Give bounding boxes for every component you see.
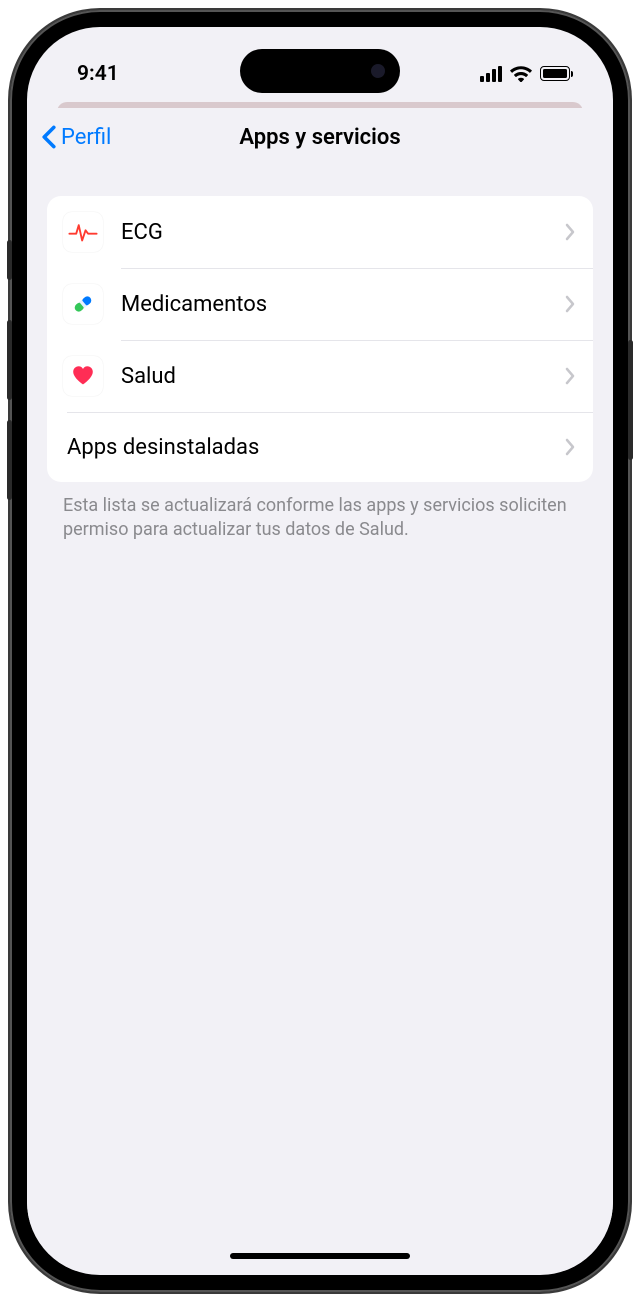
chevron-right-icon — [565, 295, 575, 313]
device-frame: 9:41 — [10, 10, 630, 1292]
apps-list: ECG Med — [47, 196, 593, 482]
page-title: Apps y servicios — [239, 125, 400, 150]
navigation-bar: Perfil Apps y servicios — [27, 108, 613, 166]
screen: 9:41 — [27, 27, 613, 1275]
list-item-uninstalled-apps[interactable]: Apps desinstaladas — [47, 412, 593, 482]
dynamic-island — [240, 49, 400, 93]
chevron-right-icon — [565, 223, 575, 241]
heart-icon — [63, 356, 103, 396]
status-time: 9:41 — [77, 62, 119, 86]
ecg-icon — [63, 212, 103, 252]
back-button-label: Perfil — [61, 125, 111, 150]
cellular-signal-icon — [480, 66, 502, 82]
list-item-ecg[interactable]: ECG — [47, 196, 593, 268]
pill-icon — [63, 284, 103, 324]
chevron-right-icon — [565, 367, 575, 385]
content-sheet: Perfil Apps y servicios ECG — [27, 108, 613, 1271]
side-button — [7, 320, 12, 400]
list-item-label: ECG — [121, 220, 565, 245]
chevron-left-icon — [41, 125, 57, 149]
status-indicators — [480, 66, 573, 82]
footer-text: Esta lista se actualizará conforme las a… — [63, 494, 577, 543]
list-item-medicamentos[interactable]: Medicamentos — [47, 268, 593, 340]
list-item-label: Medicamentos — [121, 292, 565, 317]
home-indicator[interactable] — [230, 1253, 410, 1259]
list-item-label: Apps desinstaladas — [67, 435, 565, 460]
chevron-right-icon — [565, 438, 575, 456]
battery-icon — [540, 66, 573, 81]
side-button — [628, 340, 633, 460]
list-item-salud[interactable]: Salud — [47, 340, 593, 412]
side-button — [7, 420, 12, 500]
list-item-label: Salud — [121, 364, 565, 389]
back-button[interactable]: Perfil — [41, 125, 111, 150]
wifi-icon — [510, 66, 532, 82]
side-button — [7, 240, 12, 280]
